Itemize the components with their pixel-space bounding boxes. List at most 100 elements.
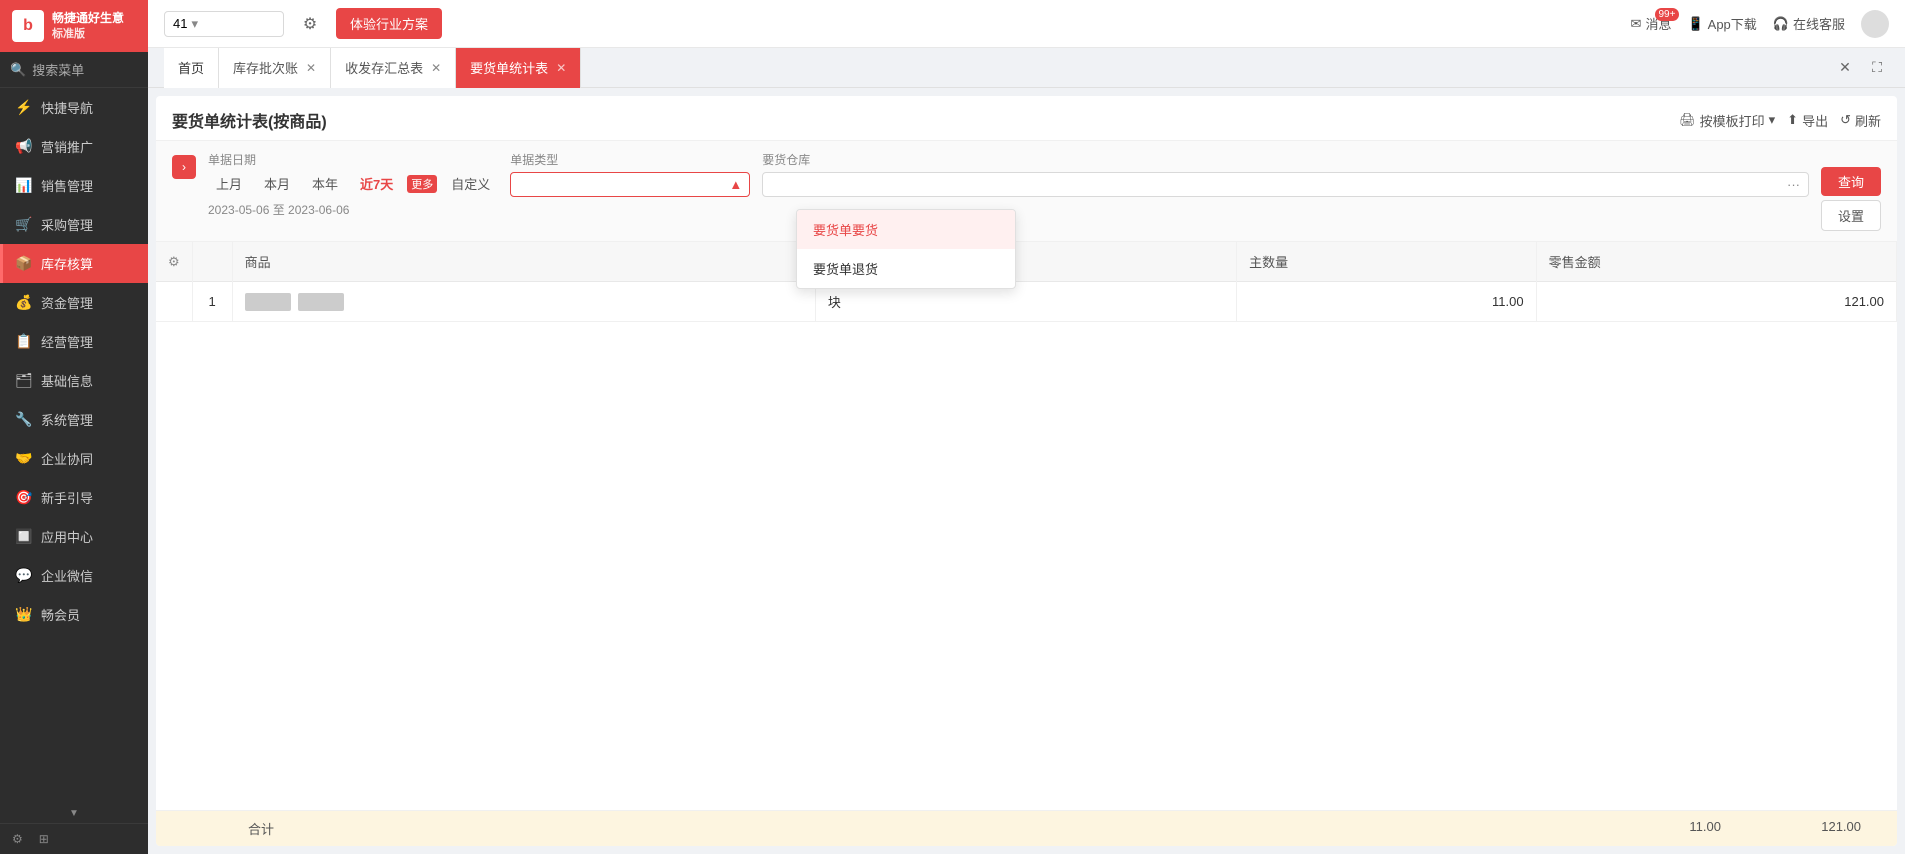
- tab-order-stats-label: 要货单统计表: [470, 58, 548, 77]
- th-seq: [192, 242, 232, 282]
- search-icon: 🔍: [10, 62, 26, 78]
- sidebar-item-finance[interactable]: 💰 资金管理: [0, 283, 148, 322]
- filter-date-last-month[interactable]: 上月: [208, 172, 250, 195]
- sidebar-item-label: 企业协同: [41, 449, 93, 468]
- apps-icon: 🔲: [15, 528, 33, 545]
- print-dropdown-icon: ▾: [1769, 112, 1776, 128]
- inventory-icon: 📦: [15, 255, 33, 272]
- sidebar-settings-icon[interactable]: ⚙: [12, 832, 23, 846]
- tab-receive-summary[interactable]: 收发存汇总表 ✕: [331, 48, 456, 88]
- member-icon: 👑: [15, 606, 33, 623]
- export-button[interactable]: ⬆ 导出: [1787, 111, 1828, 130]
- chevron-down-icon: ▾: [191, 16, 198, 32]
- tabbar: 首页 库存批次账 ✕ 收发存汇总表 ✕ 要货单统计表 ✕ ✕ ⛶: [148, 48, 1905, 88]
- print-button[interactable]: 🖨 按模板打印 ▾: [1679, 111, 1775, 130]
- refresh-button[interactable]: ↺ 刷新: [1840, 111, 1881, 130]
- query-button[interactable]: 查询: [1821, 167, 1881, 196]
- sidebar-item-business[interactable]: 📋 经营管理: [0, 322, 148, 361]
- sidebar-item-basic[interactable]: 🗂 基础信息: [0, 361, 148, 400]
- sidebar-scroll-down[interactable]: ▼: [0, 804, 148, 823]
- sidebar-item-label: 采购管理: [41, 215, 93, 234]
- filter-type-arrow-up-icon[interactable]: ▲: [729, 177, 742, 192]
- td-seq: 1: [192, 282, 232, 322]
- online-service-item[interactable]: 🎧 在线客服: [1773, 14, 1845, 33]
- filter-warehouse-more-icon[interactable]: ···: [1787, 177, 1800, 192]
- sidebar-item-label: 基础信息: [41, 371, 93, 390]
- sidebar-item-label: 经营管理: [41, 332, 93, 351]
- tab-order-stats[interactable]: 要货单统计表 ✕: [456, 48, 581, 88]
- filter-more-badge[interactable]: 更多: [407, 175, 437, 193]
- filter-warehouse-input[interactable]: [771, 177, 1779, 192]
- quick-nav-icon: ⚡: [15, 99, 33, 116]
- sidebar-item-label: 企业微信: [41, 566, 93, 585]
- sidebar-menu-icon[interactable]: ⊞: [39, 832, 49, 846]
- sidebar-item-label: 应用中心: [41, 527, 93, 546]
- th-qty: 主数量: [1237, 242, 1537, 282]
- sidebar-item-inventory[interactable]: 📦 库存核算: [0, 244, 148, 283]
- filter-date-7days[interactable]: 近7天: [352, 172, 401, 195]
- sidebar-item-quick-nav[interactable]: ⚡ 快捷导航: [0, 88, 148, 127]
- industry-solution-button[interactable]: 体验行业方案: [336, 8, 442, 39]
- app-logo-icon: b: [12, 10, 44, 42]
- user-avatar[interactable]: [1861, 10, 1889, 38]
- sales-icon: 📊: [15, 177, 33, 194]
- tab-close-order-stats[interactable]: ✕: [556, 61, 566, 75]
- topbar-right: ✉ 消息 99+ 📱 App下载 🎧 在线客服: [1631, 10, 1889, 38]
- fullscreen-button[interactable]: ⛶: [1865, 56, 1889, 80]
- filter-settings-button[interactable]: 设置: [1821, 200, 1881, 231]
- total-label: 合计: [172, 819, 432, 838]
- filter-expand-button[interactable]: ›: [172, 155, 196, 179]
- sidebar-item-guide[interactable]: 🎯 新手引导: [0, 478, 148, 517]
- product-name-2: ████: [298, 293, 344, 311]
- sidebar-item-label: 新手引导: [41, 488, 93, 507]
- tab-inventory-batch[interactable]: 库存批次账 ✕: [219, 48, 331, 88]
- page-header: 要货单统计表(按商品) 🖨 按模板打印 ▾ ⬆ 导出 ↺ 刷新: [156, 96, 1897, 141]
- app-download-item[interactable]: 📱 App下载: [1687, 14, 1756, 33]
- sidebar-search[interactable]: 🔍 搜索菜单: [0, 52, 148, 88]
- td-amount: 121.00: [1536, 282, 1896, 322]
- sidebar-item-wechat[interactable]: 💬 企业微信: [0, 556, 148, 595]
- close-all-tabs-button[interactable]: ✕: [1833, 56, 1857, 80]
- enterprise-icon: 🤝: [15, 450, 33, 467]
- sidebar-item-label: 销售管理: [41, 176, 93, 195]
- filter-type-group: 单据类型 ▲: [510, 151, 750, 197]
- sidebar-item-enterprise[interactable]: 🤝 企业协同: [0, 439, 148, 478]
- messages-badge: 99+: [1655, 8, 1680, 21]
- filter-type-input-wrap: ▲: [510, 172, 750, 197]
- refresh-icon: ↺: [1840, 112, 1851, 128]
- filter-date-custom[interactable]: 自定义: [443, 172, 498, 195]
- filter-date-this-month[interactable]: 本月: [256, 172, 298, 195]
- th-settings[interactable]: ⚙: [156, 242, 192, 282]
- sidebar-bottom: ⚙ ⊞: [0, 823, 148, 854]
- tabbar-actions: ✕ ⛶: [1833, 56, 1889, 80]
- page-footer: 合计 11.00 121.00: [156, 810, 1897, 846]
- filter-date-label: 单据日期: [208, 151, 498, 168]
- sidebar: b 畅捷通好生意 标准版 🔍 搜索菜单 ⚡ 快捷导航 📢 营销推广 📊 销售管理…: [0, 0, 148, 854]
- sidebar-item-apps[interactable]: 🔲 应用中心: [0, 517, 148, 556]
- sidebar-item-member[interactable]: 👑 畅会员: [0, 595, 148, 634]
- sidebar-item-label: 营销推广: [41, 137, 93, 156]
- sidebar-item-system[interactable]: 🔧 系统管理: [0, 400, 148, 439]
- filter-date-this-year[interactable]: 本年: [304, 172, 346, 195]
- sidebar-logo: b 畅捷通好生意 标准版: [0, 0, 148, 52]
- app-brand-text: 畅捷通好生意 标准版: [52, 11, 124, 41]
- topbar-settings-icon[interactable]: ⚙: [296, 10, 324, 38]
- sidebar-item-sales[interactable]: 📊 销售管理: [0, 166, 148, 205]
- sidebar-item-marketing[interactable]: 📢 营销推广: [0, 127, 148, 166]
- filter-bar: › 单据日期 上月 本月 本年 近7天 更多 自定义 2023-05-06 至 …: [156, 141, 1897, 242]
- messages-item[interactable]: ✉ 消息 99+: [1631, 14, 1672, 33]
- topbar-company-select[interactable]: 41 ▾: [164, 11, 284, 37]
- guide-icon: 🎯: [15, 489, 33, 506]
- sidebar-item-purchase[interactable]: 🛒 采购管理: [0, 205, 148, 244]
- message-icon: ✉: [1631, 16, 1642, 32]
- product-name-1: ████: [245, 293, 291, 311]
- filter-date-range: 2023-05-06 至 2023-06-06: [208, 201, 498, 218]
- dropdown-item-order-goods[interactable]: 要货单要货: [797, 210, 1015, 249]
- print-icon: 🖨: [1679, 112, 1696, 128]
- tab-close-receive-summary[interactable]: ✕: [431, 61, 441, 75]
- tab-home[interactable]: 首页: [164, 48, 219, 88]
- filter-type-input[interactable]: [510, 172, 750, 197]
- dropdown-item-order-return[interactable]: 要货单退货: [797, 249, 1015, 288]
- tab-close-inventory-batch[interactable]: ✕: [306, 61, 316, 75]
- filter-date-group: 单据日期 上月 本月 本年 近7天 更多 自定义 2023-05-06 至 20…: [208, 151, 498, 218]
